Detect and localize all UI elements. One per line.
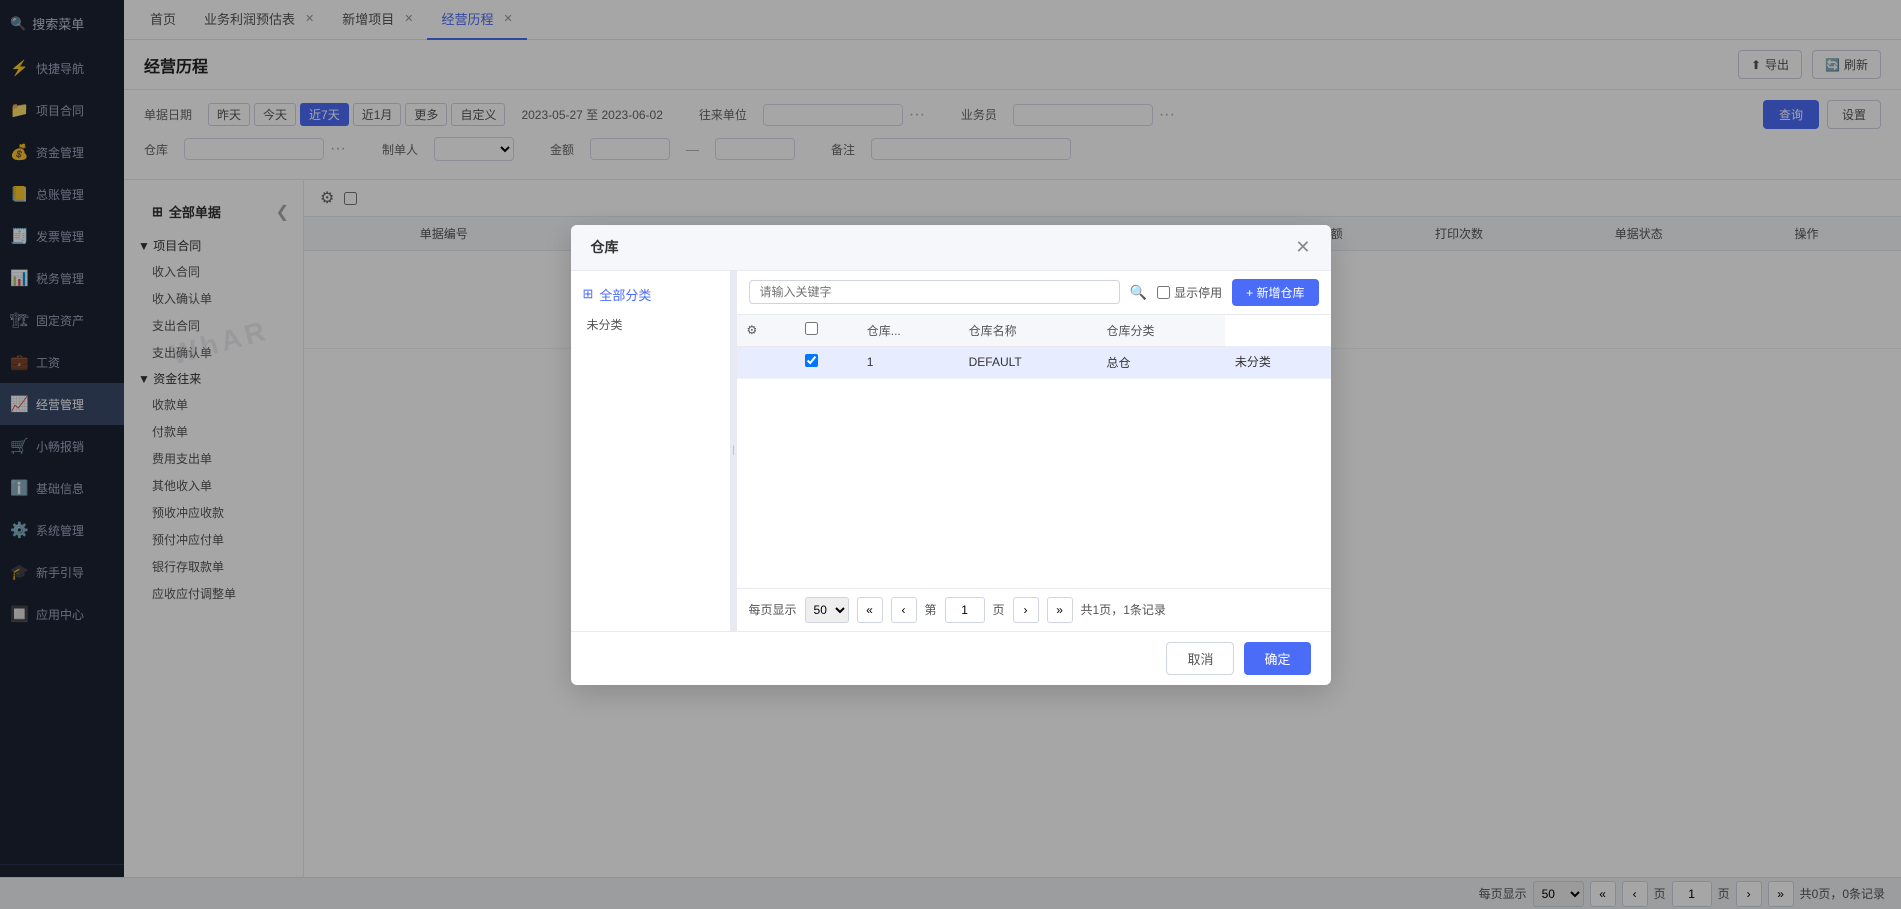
modal-total-info: 共1页，1条记录: [1081, 601, 1166, 618]
modal-confirm-btn[interactable]: 确定: [1244, 642, 1310, 675]
warehouse-modal: 仓库 ✕ ⊞ 全部分类 未分类 | 🔍 显示停: [571, 225, 1331, 685]
row-checkbox[interactable]: [795, 346, 857, 378]
modal-sidebar: ⊞ 全部分类 未分类: [571, 271, 731, 631]
modal-sidebar-item-未分类[interactable]: 未分类: [571, 310, 730, 339]
modal-page-input[interactable]: [945, 597, 985, 623]
modal-col-2: 仓库...: [857, 315, 959, 347]
modal-title: 仓库: [591, 237, 619, 257]
modal-table-row[interactable]: 1 DEFAULT 总仓 未分类: [737, 346, 1331, 378]
modal-search-btn[interactable]: 🔍: [1130, 284, 1147, 301]
modal-col-4: 仓库分类: [1097, 315, 1225, 347]
modal-show-disabled-label[interactable]: 显示停用: [1157, 284, 1222, 301]
modal-gear-icon[interactable]: ⚙: [747, 323, 758, 337]
modal-show-disabled-checkbox[interactable]: [1157, 286, 1170, 299]
modal-cancel-btn[interactable]: 取消: [1166, 642, 1234, 675]
row-id: 1: [857, 346, 959, 378]
modal-sidebar-header[interactable]: ⊞ 全部分类: [571, 279, 730, 310]
modal-table: ⚙ 仓库...仓库名称仓库分类 1 DEFAULT 总仓 未分类: [737, 315, 1331, 379]
modal-body: ⊞ 全部分类 未分类 | 🔍 显示停用 + 新增仓库: [571, 271, 1331, 631]
modal-next-btn[interactable]: ›: [1013, 597, 1039, 623]
modal-header: 仓库 ✕: [571, 225, 1331, 271]
row-code: DEFAULT: [959, 346, 1097, 378]
modal-last-btn[interactable]: »: [1047, 597, 1073, 623]
grid-icon-modal: ⊞: [583, 286, 594, 302]
row-gear: [737, 346, 795, 378]
modal-search-input[interactable]: [749, 280, 1120, 304]
row-name: 总仓: [1097, 346, 1225, 378]
modal-btn-area: 取消 确定: [1166, 642, 1310, 675]
modal-first-btn[interactable]: «: [857, 597, 883, 623]
modal-add-btn[interactable]: + 新增仓库: [1232, 279, 1318, 306]
modal-col-3: 仓库名称: [959, 315, 1097, 347]
modal-pagination: 每页显示 50 « ‹ 第 页 › » 共1页，1条记录: [737, 588, 1331, 631]
modal-footer: 取消 确定: [571, 631, 1331, 685]
modal-prev-btn[interactable]: ‹: [891, 597, 917, 623]
modal-select-all-checkbox[interactable]: [805, 322, 818, 335]
row-category: 未分类: [1225, 346, 1331, 378]
modal-main: 🔍 显示停用 + 新增仓库 ⚙仓库...仓库名称仓库分类 1 DEF: [737, 271, 1331, 631]
modal-overlay: 仓库 ✕ ⊞ 全部分类 未分类 | 🔍 显示停: [0, 0, 1901, 909]
modal-sidebar-items: 未分类: [571, 310, 730, 339]
modal-table-container: ⚙ 仓库...仓库名称仓库分类 1 DEFAULT 总仓 未分类: [737, 315, 1331, 588]
modal-col-1: [795, 315, 857, 347]
modal-toolbar: 🔍 显示停用 + 新增仓库: [737, 271, 1331, 315]
modal-col-0: ⚙: [737, 315, 795, 347]
modal-per-page-select[interactable]: 50: [805, 597, 849, 623]
modal-close-btn[interactable]: ✕: [1295, 237, 1310, 258]
